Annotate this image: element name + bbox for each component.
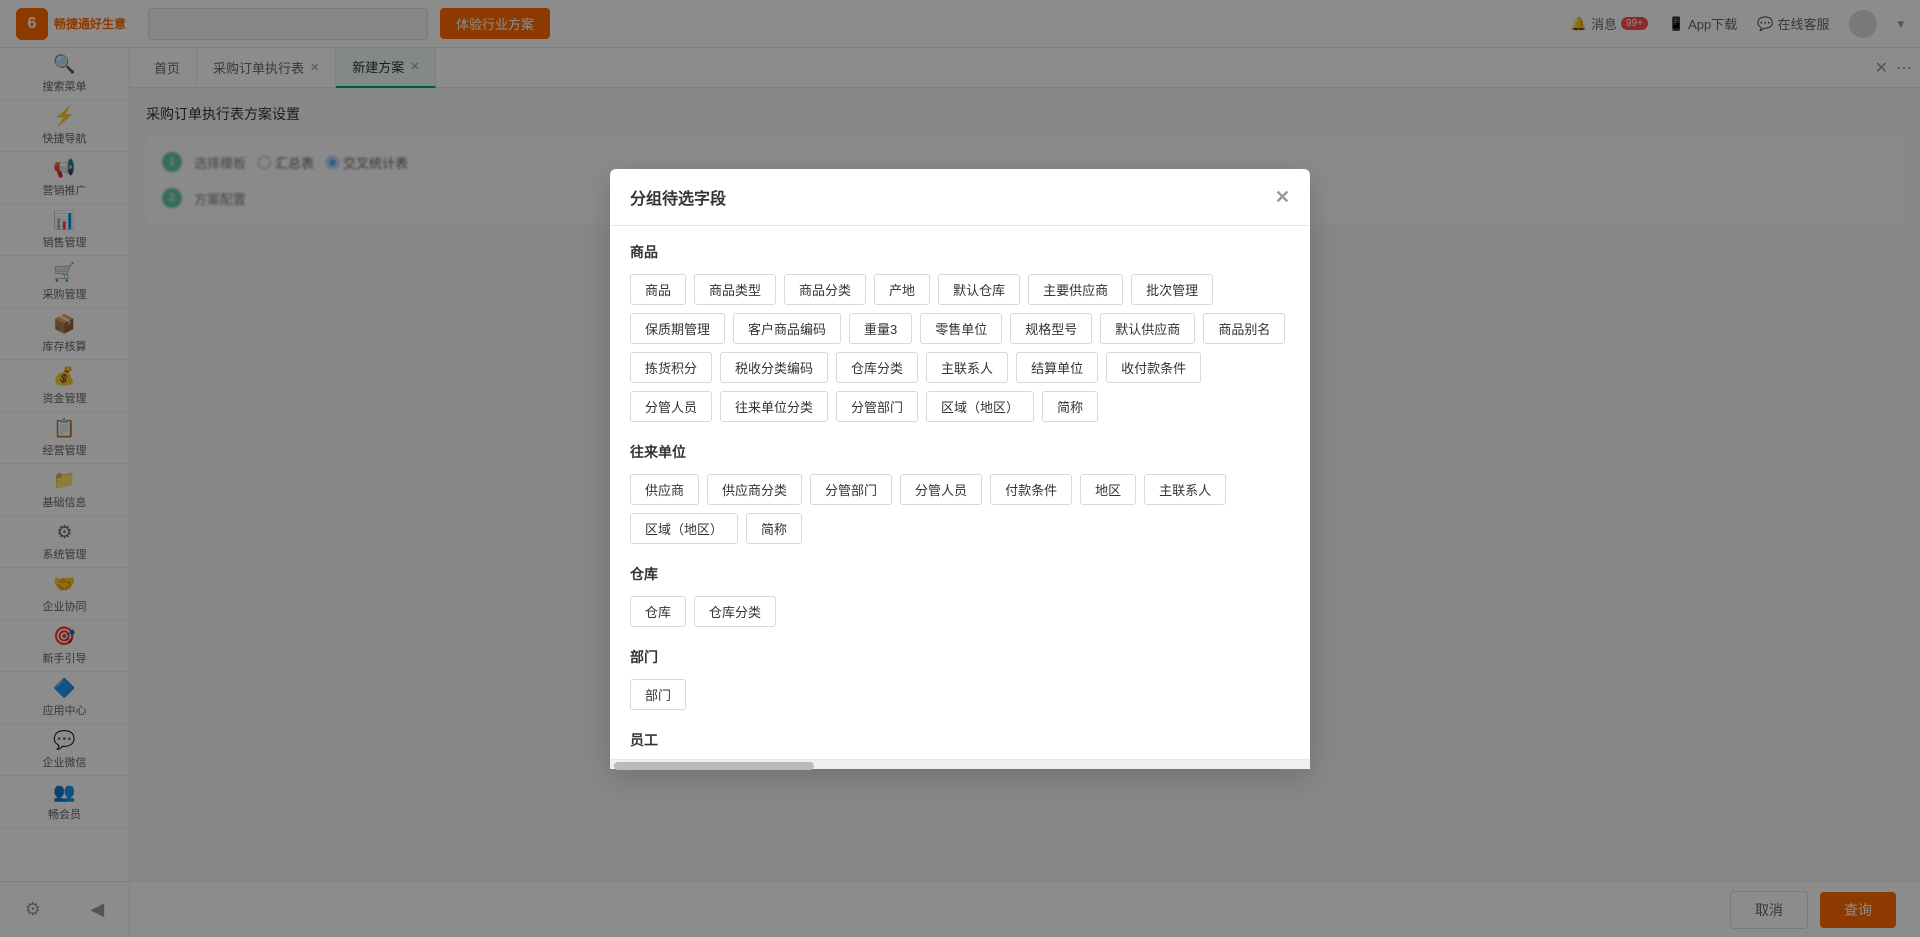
field-tag-0-24[interactable]: 简称 bbox=[1042, 391, 1098, 422]
field-tag-0-17[interactable]: 主联系人 bbox=[926, 352, 1008, 383]
field-tag-0-6[interactable]: 批次管理 bbox=[1131, 274, 1213, 305]
field-section-1: 往来单位供应商供应商分类分管部门分管人员付款条件地区主联系人区域（地区） 简称 bbox=[630, 442, 1290, 544]
field-tag-0-20[interactable]: 分管人员 bbox=[630, 391, 712, 422]
field-tag-0-22[interactable]: 分管部门 bbox=[836, 391, 918, 422]
section-title-0: 商品 bbox=[630, 242, 1290, 262]
modal-body: 商品商品商品类型商品分类产地默认仓库主要供应商批次管理保质期管理客户商品编码重量… bbox=[610, 226, 1310, 760]
field-tag-0-13[interactable]: 商品别名 bbox=[1203, 313, 1285, 344]
field-tag-1-7[interactable]: 区域（地区） bbox=[630, 513, 738, 544]
field-tag-0-14[interactable]: 拣货积分 bbox=[630, 352, 712, 383]
field-tag-2-0[interactable]: 仓库 bbox=[630, 596, 686, 627]
field-tag-0-8[interactable]: 客户商品编码 bbox=[733, 313, 841, 344]
field-tag-0-1[interactable]: 商品类型 bbox=[694, 274, 776, 305]
field-tag-2-1[interactable]: 仓库分类 bbox=[694, 596, 776, 627]
modal-overlay: 分组待选字段 ✕ 商品商品商品类型商品分类产地默认仓库主要供应商批次管理保质期管… bbox=[0, 0, 1920, 937]
field-tag-0-16[interactable]: 仓库分类 bbox=[836, 352, 918, 383]
field-tags-1: 供应商供应商分类分管部门分管人员付款条件地区主联系人区域（地区） 简称 bbox=[630, 474, 1290, 544]
field-tag-0-9[interactable]: 重量3 bbox=[849, 313, 912, 344]
modal-dialog: 分组待选字段 ✕ 商品商品商品类型商品分类产地默认仓库主要供应商批次管理保质期管… bbox=[610, 169, 1310, 769]
section-title-4: 员工 bbox=[630, 730, 1290, 750]
modal-header: 分组待选字段 ✕ bbox=[610, 169, 1310, 226]
modal-horizontal-scrollbar[interactable] bbox=[610, 759, 1310, 768]
field-tag-0-21[interactable]: 往来单位分类 bbox=[720, 391, 828, 422]
field-tag-1-3[interactable]: 分管人员 bbox=[900, 474, 982, 505]
field-tag-0-3[interactable]: 产地 bbox=[874, 274, 930, 305]
modal-hscroll-thumb[interactable] bbox=[614, 762, 814, 770]
field-tag-3-0[interactable]: 部门 bbox=[630, 679, 686, 710]
section-title-1: 往来单位 bbox=[630, 442, 1290, 462]
field-tag-1-5[interactable]: 地区 bbox=[1080, 474, 1136, 505]
section-title-2: 仓库 bbox=[630, 564, 1290, 584]
field-tag-1-1[interactable]: 供应商分类 bbox=[707, 474, 802, 505]
field-section-3: 部门部门 bbox=[630, 647, 1290, 710]
field-tag-0-11[interactable]: 规格型号 bbox=[1010, 313, 1092, 344]
field-tag-1-8[interactable]: 简称 bbox=[746, 513, 802, 544]
field-tags-3: 部门 bbox=[630, 679, 1290, 710]
field-tag-0-7[interactable]: 保质期管理 bbox=[630, 313, 725, 344]
field-tag-0-4[interactable]: 默认仓库 bbox=[938, 274, 1020, 305]
field-tag-1-2[interactable]: 分管部门 bbox=[810, 474, 892, 505]
modal-close-button[interactable]: ✕ bbox=[1275, 188, 1290, 206]
field-section-0: 商品商品商品类型商品分类产地默认仓库主要供应商批次管理保质期管理客户商品编码重量… bbox=[630, 242, 1290, 422]
field-tag-0-15[interactable]: 税收分类编码 bbox=[720, 352, 828, 383]
field-tag-0-23[interactable]: 区域（地区） bbox=[926, 391, 1034, 422]
field-tag-0-0[interactable]: 商品 bbox=[630, 274, 686, 305]
field-tags-2: 仓库仓库分类 bbox=[630, 596, 1290, 627]
field-section-4: 员工业务员 bbox=[630, 730, 1290, 760]
field-tag-0-18[interactable]: 结算单位 bbox=[1016, 352, 1098, 383]
section-title-3: 部门 bbox=[630, 647, 1290, 667]
field-tag-1-4[interactable]: 付款条件 bbox=[990, 474, 1072, 505]
field-tag-1-0[interactable]: 供应商 bbox=[630, 474, 699, 505]
field-tag-0-10[interactable]: 零售单位 bbox=[920, 313, 1002, 344]
field-tag-0-2[interactable]: 商品分类 bbox=[784, 274, 866, 305]
field-tag-0-19[interactable]: 收付款条件 bbox=[1106, 352, 1201, 383]
field-tag-1-6[interactable]: 主联系人 bbox=[1144, 474, 1226, 505]
field-tags-0: 商品商品类型商品分类产地默认仓库主要供应商批次管理保质期管理客户商品编码重量3 零… bbox=[630, 274, 1290, 422]
field-section-2: 仓库仓库仓库分类 bbox=[630, 564, 1290, 627]
field-tag-0-12[interactable]: 默认供应商 bbox=[1100, 313, 1195, 344]
modal-title: 分组待选字段 bbox=[630, 185, 726, 209]
field-tag-0-5[interactable]: 主要供应商 bbox=[1028, 274, 1123, 305]
